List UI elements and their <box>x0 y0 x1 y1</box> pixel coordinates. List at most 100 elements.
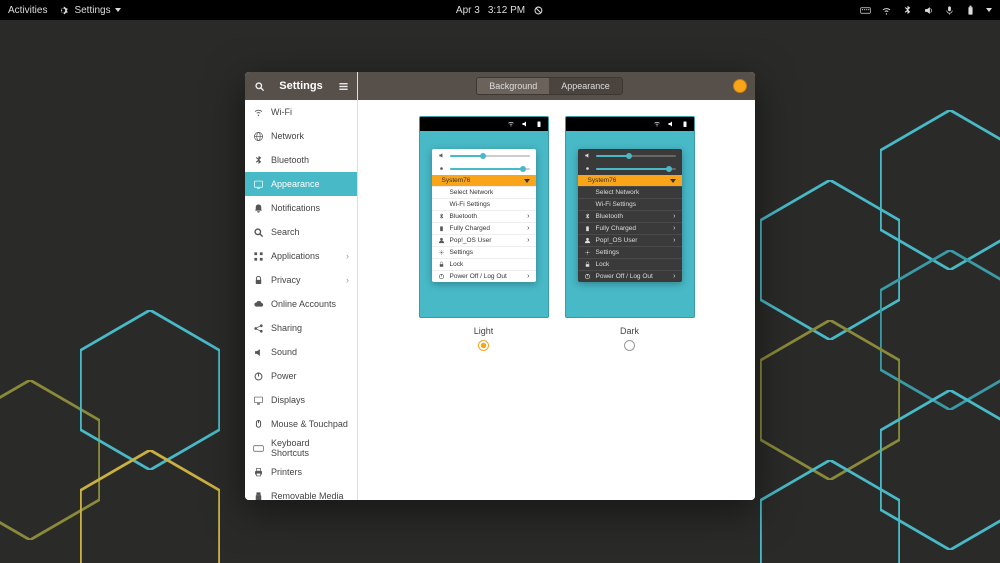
sidebar-item-mouse[interactable]: Mouse & Touchpad <box>245 412 357 436</box>
sidebar-label: Sharing <box>271 323 302 333</box>
sidebar-label: Online Accounts <box>271 299 336 309</box>
sidebar-item-removable[interactable]: Removable Media <box>245 484 357 500</box>
theme-label-light: Light <box>474 326 494 336</box>
power-icon <box>438 273 445 280</box>
network-icon <box>253 131 264 142</box>
theme-option-dark: System76 Select Network Wi-Fi Settings B… <box>565 116 695 484</box>
sidebar-label: Mouse & Touchpad <box>271 419 348 429</box>
sidebar-label: Sound <box>271 347 297 357</box>
radio-light[interactable] <box>478 340 489 351</box>
dnd-icon <box>533 5 544 16</box>
sidebar-item-printers[interactable]: Printers <box>245 460 357 484</box>
sidebar-label: Wi-Fi <box>271 107 292 117</box>
sidebar-label: Printers <box>271 467 302 477</box>
close-button[interactable] <box>733 79 747 93</box>
tab-background[interactable]: Background <box>477 78 549 94</box>
printer-icon <box>253 467 264 478</box>
bluetooth-icon <box>584 213 591 220</box>
gear-icon <box>584 249 591 256</box>
user-icon <box>584 237 591 244</box>
sidebar-item-search[interactable]: Search <box>245 220 357 244</box>
app-menu[interactable]: Settings <box>59 5 120 16</box>
window-title: Settings <box>273 80 329 92</box>
sidebar-label: Notifications <box>271 203 320 213</box>
gear-icon <box>438 249 445 256</box>
lock-icon <box>253 275 264 286</box>
sidebar-item-displays[interactable]: Displays <box>245 388 357 412</box>
sidebar-item-keyboard[interactable]: Keyboard Shortcuts <box>245 436 357 460</box>
theme-preview-light[interactable]: System76 Select Network Wi-Fi Settings B… <box>419 116 549 318</box>
brightness-icon <box>438 165 445 172</box>
battery-icon <box>535 120 543 128</box>
clock[interactable]: Apr 3 3:12 PM <box>456 5 544 16</box>
gear-icon <box>59 5 70 16</box>
gnome-topbar: Activities Settings Apr 3 3:12 PM <box>0 0 1000 20</box>
power-icon <box>584 273 591 280</box>
volume-icon <box>521 120 529 128</box>
user-icon <box>438 237 445 244</box>
cloud-icon <box>253 299 264 310</box>
share-icon <box>253 323 264 334</box>
search-icon <box>253 227 264 238</box>
sidebar-item-sound[interactable]: Sound <box>245 340 357 364</box>
sidebar-item-power[interactable]: Power <box>245 364 357 388</box>
tab-appearance[interactable]: Appearance <box>549 78 622 94</box>
sidebar-label: Removable Media <box>271 491 344 500</box>
sidebar-label: Privacy <box>271 275 301 285</box>
volume-icon <box>584 152 591 159</box>
lock-icon <box>438 261 445 268</box>
wifi-icon <box>653 120 661 128</box>
caret-down-icon <box>986 8 992 12</box>
mouse-icon <box>253 419 264 430</box>
bluetooth-icon <box>438 213 445 220</box>
wifi-icon <box>253 107 264 118</box>
displays-icon <box>253 395 264 406</box>
mic-icon <box>944 5 955 16</box>
hamburger-button[interactable] <box>329 72 357 100</box>
settings-window: Settings Wi-Fi Network Bluetooth Appeara… <box>245 72 755 500</box>
chevron-right-icon: › <box>346 251 349 261</box>
bluetooth-icon <box>902 5 913 16</box>
power-icon <box>253 371 264 382</box>
sidebar-item-online-accounts[interactable]: Online Accounts <box>245 292 357 316</box>
sidebar-item-sharing[interactable]: Sharing <box>245 316 357 340</box>
volume-icon <box>923 5 934 16</box>
radio-dark[interactable] <box>624 340 635 351</box>
bluetooth-icon <box>253 155 264 166</box>
sidebar-label: Search <box>271 227 300 237</box>
caret-down-icon <box>115 8 121 12</box>
sidebar-item-applications[interactable]: Applications› <box>245 244 357 268</box>
sidebar-label: Displays <box>271 395 305 405</box>
sidebar-item-appearance[interactable]: Appearance <box>245 172 357 196</box>
sidebar-label: Keyboard Shortcuts <box>271 438 349 458</box>
sidebar-label: Appearance <box>271 179 320 189</box>
theme-label-dark: Dark <box>620 326 639 336</box>
system-indicators[interactable] <box>860 5 992 16</box>
theme-preview-dark[interactable]: System76 Select Network Wi-Fi Settings B… <box>565 116 695 318</box>
main-header: Background Appearance <box>358 72 755 100</box>
notifications-icon <box>253 203 264 214</box>
wifi-icon <box>507 120 515 128</box>
sidebar-item-privacy[interactable]: Privacy › <box>245 268 357 292</box>
appearance-content: System76 Select Network Wi-Fi Settings B… <box>358 100 755 500</box>
sidebar-label: Power <box>271 371 297 381</box>
chevron-right-icon: › <box>346 275 349 285</box>
appearance-icon <box>253 179 264 190</box>
sidebar-item-bluetooth[interactable]: Bluetooth <box>245 148 357 172</box>
theme-option-light: System76 Select Network Wi-Fi Settings B… <box>419 116 549 484</box>
volume-icon <box>667 120 675 128</box>
search-button[interactable] <box>245 72 273 100</box>
apps-icon <box>253 251 264 262</box>
sidebar-item-wifi[interactable]: Wi-Fi <box>245 100 357 124</box>
sidebar-item-network[interactable]: Network <box>245 124 357 148</box>
sidebar-item-notifications[interactable]: Notifications <box>245 196 357 220</box>
sidebar-label: Bluetooth <box>271 155 309 165</box>
battery-icon <box>584 225 591 232</box>
battery-icon <box>681 120 689 128</box>
keyboard-icon <box>860 5 871 16</box>
lock-icon <box>584 261 591 268</box>
volume-icon <box>438 152 445 159</box>
sidebar-list: Wi-Fi Network Bluetooth Appearance Notif… <box>245 100 357 500</box>
activities-button[interactable]: Activities <box>8 5 47 16</box>
wifi-icon <box>881 5 892 16</box>
